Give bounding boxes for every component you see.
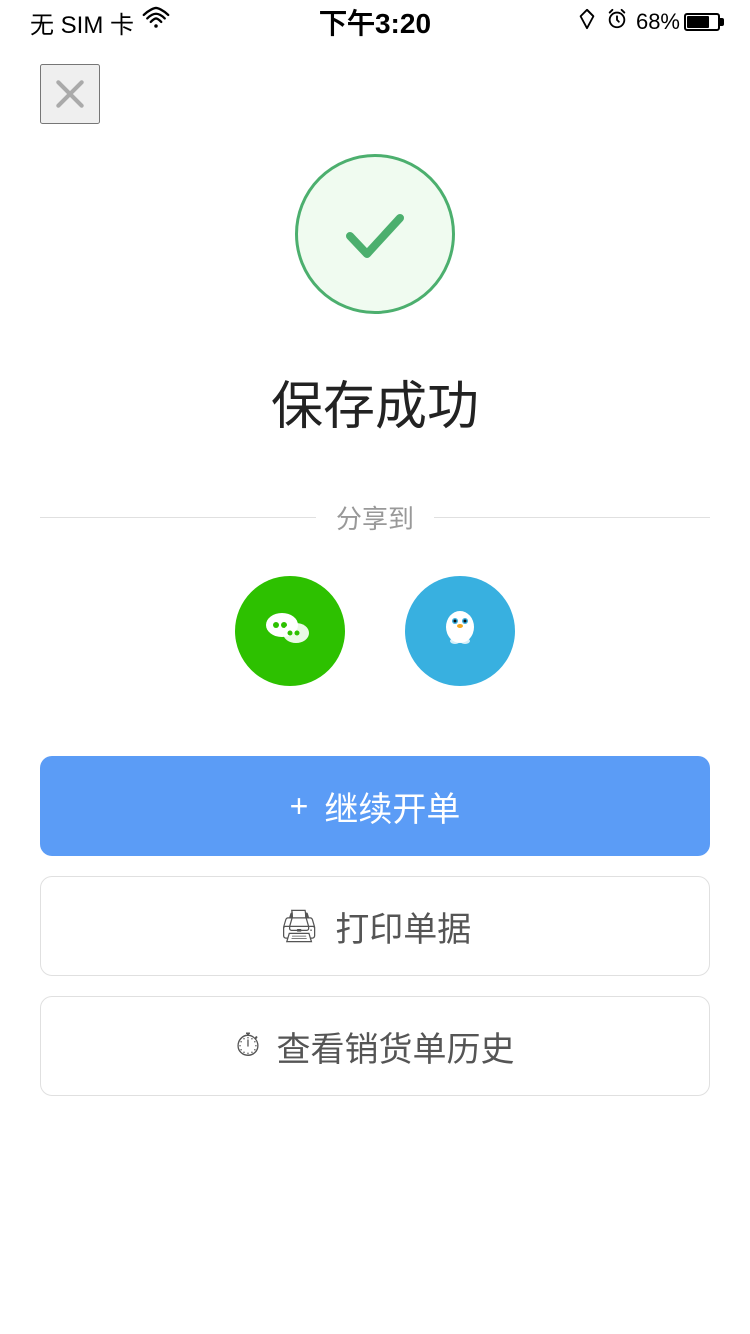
wechat-share-button[interactable] <box>235 576 345 686</box>
plus-icon: + <box>290 788 309 825</box>
continue-order-button[interactable]: + 继续开单 <box>40 756 710 856</box>
view-history-button[interactable]: ⏱ 查看销货单历史 <box>40 996 710 1096</box>
status-left: 无 SIM 卡 <box>30 5 170 40</box>
status-time: 下午3:20 <box>319 2 431 42</box>
status-right: 68% <box>576 8 720 36</box>
print-receipt-button[interactable]: 🖨 打印单据 <box>40 876 710 976</box>
success-title: 保存成功 <box>271 364 479 439</box>
alarm-icon <box>606 8 628 36</box>
view-history-label: 查看销货单历史 <box>276 1022 514 1071</box>
location-icon <box>576 8 598 36</box>
print-receipt-label: 打印单据 <box>335 902 471 951</box>
battery-indicator: 68% <box>636 9 720 35</box>
continue-order-label: 继续开单 <box>324 782 460 831</box>
share-icons-container <box>235 576 515 686</box>
battery-percent: 68% <box>636 9 680 35</box>
clock-icon: ⏱ <box>236 1027 261 1065</box>
qq-icon <box>430 601 490 661</box>
divider-right <box>434 517 710 518</box>
wechat-icon <box>260 601 320 661</box>
share-label: 分享到 <box>336 499 414 536</box>
wifi-icon <box>142 5 170 40</box>
success-icon-circle <box>295 154 455 314</box>
close-button[interactable] <box>40 64 100 124</box>
checkmark-icon <box>335 194 415 274</box>
share-divider-row: 分享到 <box>40 499 710 536</box>
print-icon: 🖨 <box>279 907 320 945</box>
no-sim-text: 无 SIM 卡 <box>30 5 134 40</box>
divider-left <box>40 517 316 518</box>
qq-share-button[interactable] <box>405 576 515 686</box>
